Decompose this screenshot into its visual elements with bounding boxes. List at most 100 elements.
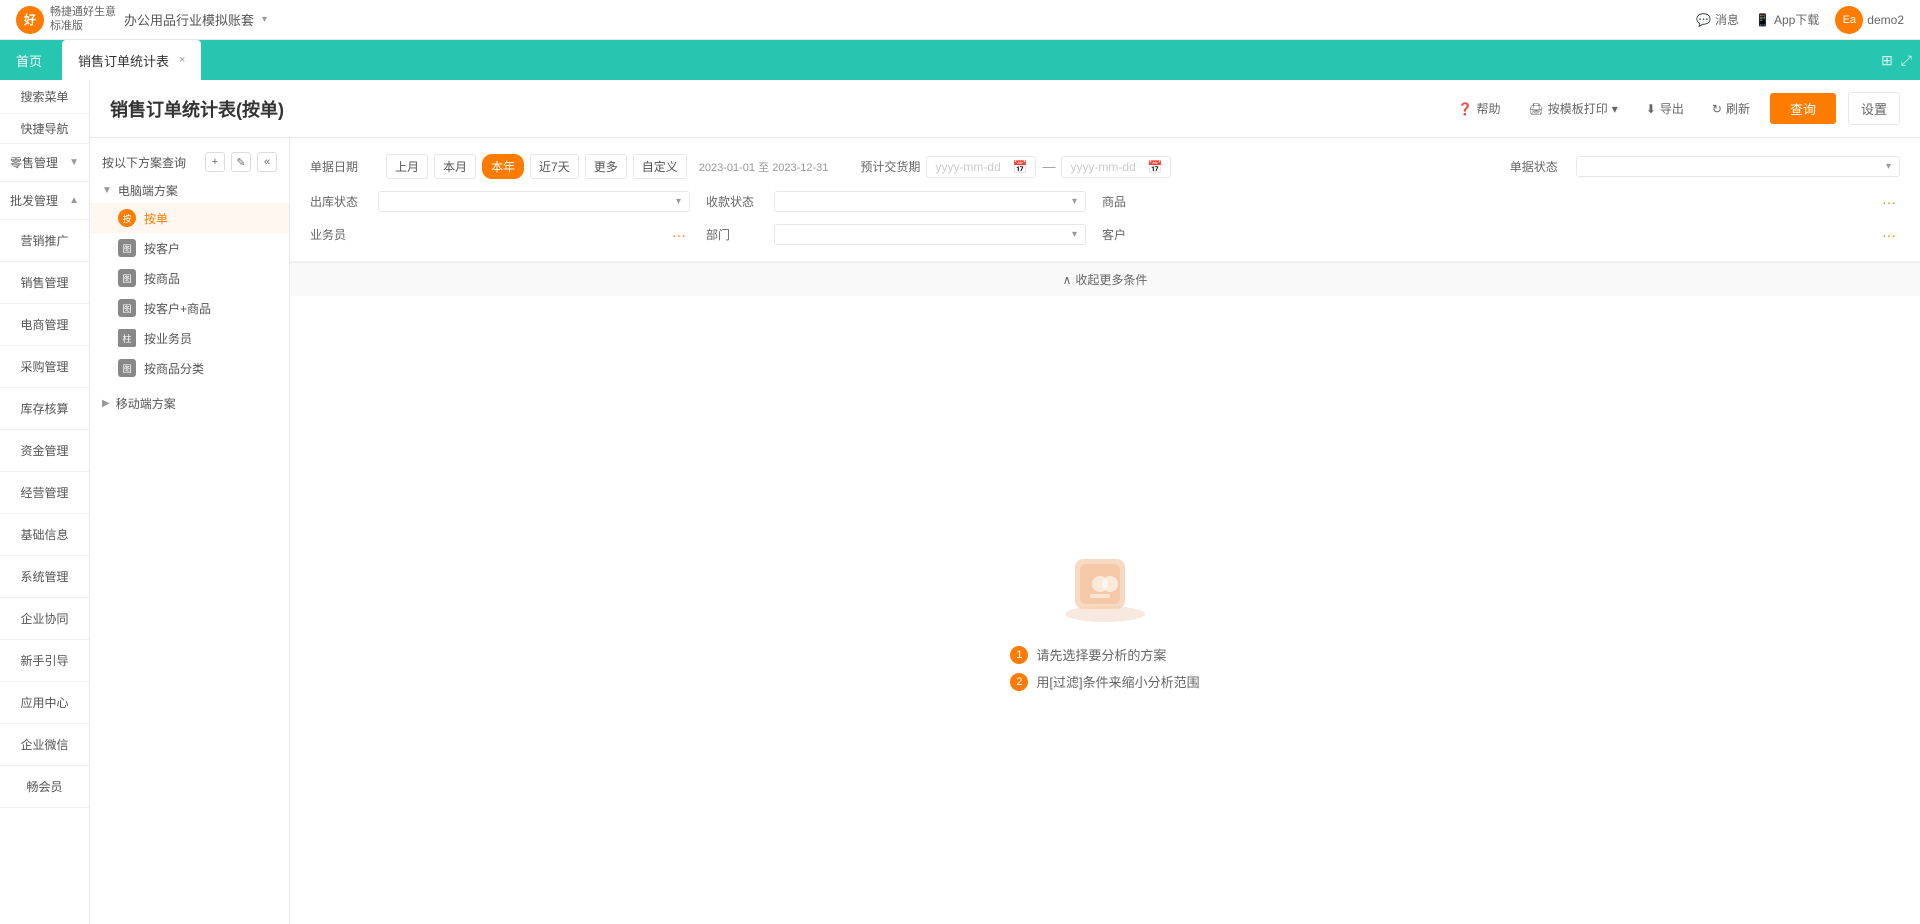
calendar-icon-end: 📅 bbox=[1147, 160, 1162, 174]
sidebar-item-collab[interactable]: 企业协同 bbox=[0, 598, 89, 640]
retail-arrow-icon: ▼ bbox=[69, 157, 79, 168]
tab-pin-icon[interactable]: ⊞ bbox=[1881, 52, 1893, 69]
date-btn-thismonth[interactable]: 本月 bbox=[434, 154, 476, 179]
page-actions: ❓ 帮助 🖨 按模板打印 ▾ ⬇ 导出 ↻ 刷新 查询 设置 bbox=[1450, 92, 1900, 125]
date-btn-lastmonth[interactable]: 上月 bbox=[386, 154, 428, 179]
scheme-collapse-button[interactable]: « bbox=[257, 152, 277, 172]
calendar-icon-start: 📅 bbox=[1012, 160, 1027, 174]
date-filter: 上月 本月 本年 近7天 更多 自定义 2023-01-01 至 2023-12… bbox=[386, 154, 828, 179]
date-separator: — bbox=[1042, 159, 1055, 174]
top-bar: 好 畅捷通好生意 标准版 办公用品行业模拟账套 ▾ 💬 消息 📱 App下载 E… bbox=[0, 0, 1920, 40]
sidebar-item-marketing[interactable]: 营销推广 bbox=[0, 220, 89, 262]
refresh-icon: ↻ bbox=[1712, 102, 1722, 116]
settings-button[interactable]: 设置 bbox=[1848, 92, 1900, 125]
app-download-button[interactable]: 📱 App下载 bbox=[1755, 11, 1819, 28]
print-button[interactable]: 🖨 按模板打印 ▾ bbox=[1521, 96, 1626, 121]
tab-bar: 首页 销售订单统计表 × ⊞ ⤢ bbox=[0, 40, 1920, 80]
hint-num-2: 2 bbox=[1010, 673, 1028, 691]
scheme-add-button[interactable]: + bbox=[205, 152, 225, 172]
sidebar-item-ecommerce[interactable]: 电商管理 bbox=[0, 304, 89, 346]
sidebar-item-appcenter[interactable]: 应用中心 bbox=[0, 682, 89, 724]
collection-dropdown-icon: ▾ bbox=[1072, 196, 1077, 207]
date-btn-custom[interactable]: 自定义 bbox=[633, 154, 687, 179]
goods-more-icon[interactable]: ··· bbox=[1878, 194, 1900, 210]
sidebar-item-inventory[interactable]: 库存核算 bbox=[0, 388, 89, 430]
shipment-label: 出库状态 bbox=[310, 193, 370, 210]
scheme-item-by-goods[interactable]: 图 按商品 bbox=[90, 263, 289, 293]
scheme-edit-button[interactable]: ✎ bbox=[231, 152, 251, 172]
scheme-item-by-order[interactable]: 按 按单 bbox=[90, 203, 289, 233]
help-button[interactable]: ❓ 帮助 bbox=[1450, 96, 1509, 121]
expected-date-group: 预计交货期 yyyy-mm-dd 📅 — yyyy-mm-dd 📅 bbox=[860, 156, 1171, 178]
scheme-panel: 按以下方案查询 + ✎ « ▼ 电脑端方案 按 按单 bbox=[90, 138, 290, 924]
query-button[interactable]: 查询 bbox=[1770, 93, 1836, 124]
scheme-item-by-category[interactable]: 图 按商品分类 bbox=[90, 353, 289, 383]
scheme-category-pc: ▼ 电脑端方案 bbox=[90, 178, 289, 203]
goods-label: 商品 bbox=[1102, 193, 1162, 210]
top-bar-right: 💬 消息 📱 App下载 Ea demo2 bbox=[1696, 6, 1904, 34]
scheme-tools: + ✎ « bbox=[205, 152, 277, 172]
collection-section: 收款状态 ▾ bbox=[706, 191, 1086, 212]
collapse-icon: ∧ bbox=[1063, 273, 1072, 287]
sidebar-item-member[interactable]: 畅会员 bbox=[0, 766, 89, 808]
top-bar-left: 好 畅捷通好生意 标准版 办公用品行业模拟账套 ▾ bbox=[16, 6, 267, 34]
date-btn-thisyear[interactable]: 本年 bbox=[482, 154, 524, 179]
salesperson-more-icon[interactable]: ··· bbox=[668, 227, 690, 243]
date-btn-7days[interactable]: 近7天 bbox=[530, 154, 579, 179]
sidebar-shortcut[interactable]: 快捷导航 bbox=[0, 114, 89, 144]
wholesale-arrow-icon: ▲ bbox=[69, 195, 79, 206]
department-dropdown-icon: ▾ bbox=[1072, 229, 1077, 240]
sidebar-item-finance[interactable]: 资金管理 bbox=[0, 430, 89, 472]
user-profile[interactable]: Ea demo2 bbox=[1835, 6, 1904, 34]
sidebar-search[interactable]: 搜索菜单 bbox=[0, 80, 89, 114]
sidebar-item-guide[interactable]: 新手引导 bbox=[0, 640, 89, 682]
tab-close-icon[interactable]: × bbox=[179, 54, 185, 66]
scheme-item-by-customer[interactable]: 图 按客户 bbox=[90, 233, 289, 263]
scheme-icon-salesperson: 柱 bbox=[118, 329, 136, 347]
collection-select[interactable]: ▾ bbox=[774, 191, 1086, 212]
page-header: 销售订单统计表(按单) ❓ 帮助 🖨 按模板打印 ▾ ⬇ 导出 ↻ 刷新 bbox=[90, 80, 1920, 138]
date-btn-more[interactable]: 更多 bbox=[585, 154, 627, 179]
hint-text-1: 请先选择要分析的方案 bbox=[1036, 645, 1166, 664]
scheme-item-by-salesperson[interactable]: 柱 按业务员 bbox=[90, 323, 289, 353]
sidebar-item-system[interactable]: 系统管理 bbox=[0, 556, 89, 598]
empty-illustration bbox=[1045, 529, 1165, 629]
salesperson-section: 业务员 ··· bbox=[310, 226, 690, 243]
customer-label: 客户 bbox=[1102, 226, 1162, 243]
sidebar-item-wechat[interactable]: 企业微信 bbox=[0, 724, 89, 766]
shipment-section: 出库状态 ▾ bbox=[310, 191, 690, 212]
content-area: 销售订单统计表(按单) ❓ 帮助 🖨 按模板打印 ▾ ⬇ 导出 ↻ 刷新 bbox=[90, 80, 1920, 924]
main-layout: 搜索菜单 快捷导航 零售管理 ▼ 批发管理 ▲ 营销推广 销售管理 电商管理 采… bbox=[0, 80, 1920, 924]
company-dropdown-icon[interactable]: ▾ bbox=[262, 14, 267, 25]
department-select[interactable]: ▾ bbox=[774, 224, 1086, 245]
page-title: 销售订单统计表(按单) bbox=[110, 96, 284, 122]
filter-row-2: 出库状态 ▾ 收款状态 ▾ bbox=[310, 191, 1900, 212]
expected-date-end[interactable]: yyyy-mm-dd 📅 bbox=[1061, 156, 1171, 178]
tab-expand-icon[interactable]: ⤢ bbox=[1901, 52, 1912, 69]
scheme-panel-title: 按以下方案查询 bbox=[102, 154, 186, 171]
hint-text-2: 用[过滤]条件来缩小分析范围 bbox=[1036, 672, 1199, 691]
message-button[interactable]: 💬 消息 bbox=[1696, 11, 1739, 28]
export-button[interactable]: ⬇ 导出 bbox=[1638, 96, 1692, 121]
sidebar-item-sales[interactable]: 销售管理 bbox=[0, 262, 89, 304]
scheme-panel-header: 按以下方案查询 + ✎ « bbox=[90, 146, 289, 178]
sidebar-item-wholesale[interactable]: 批发管理 ▲ bbox=[0, 182, 89, 220]
collapse-bar[interactable]: ∧ 收起更多条件 bbox=[290, 262, 1920, 296]
shipment-select[interactable]: ▾ bbox=[378, 191, 690, 212]
sidebar-item-basics[interactable]: 基础信息 bbox=[0, 514, 89, 556]
sidebar-item-retail[interactable]: 零售管理 ▼ bbox=[0, 144, 89, 182]
refresh-button[interactable]: ↻ 刷新 bbox=[1704, 96, 1758, 121]
date-label: 单据日期 bbox=[310, 158, 370, 175]
sidebar-item-operations[interactable]: 经营管理 bbox=[0, 472, 89, 514]
print-icon: 🖨 bbox=[1529, 102, 1544, 116]
sidebar-item-purchase[interactable]: 采购管理 bbox=[0, 346, 89, 388]
status-select[interactable]: ▾ bbox=[1576, 156, 1900, 177]
tab-controls: ⊞ ⤢ bbox=[1881, 52, 1920, 69]
expected-date-start[interactable]: yyyy-mm-dd 📅 bbox=[926, 156, 1036, 178]
customer-more-icon[interactable]: ··· bbox=[1878, 227, 1900, 243]
collapse-label: 收起更多条件 bbox=[1075, 271, 1147, 288]
status-dropdown-icon: ▾ bbox=[1886, 161, 1891, 172]
tab-sales-stats[interactable]: 销售订单统计表 × bbox=[62, 40, 201, 80]
scheme-item-by-customer-goods[interactable]: 图 按客户+商品 bbox=[90, 293, 289, 323]
tab-home[interactable]: 首页 bbox=[0, 40, 58, 80]
